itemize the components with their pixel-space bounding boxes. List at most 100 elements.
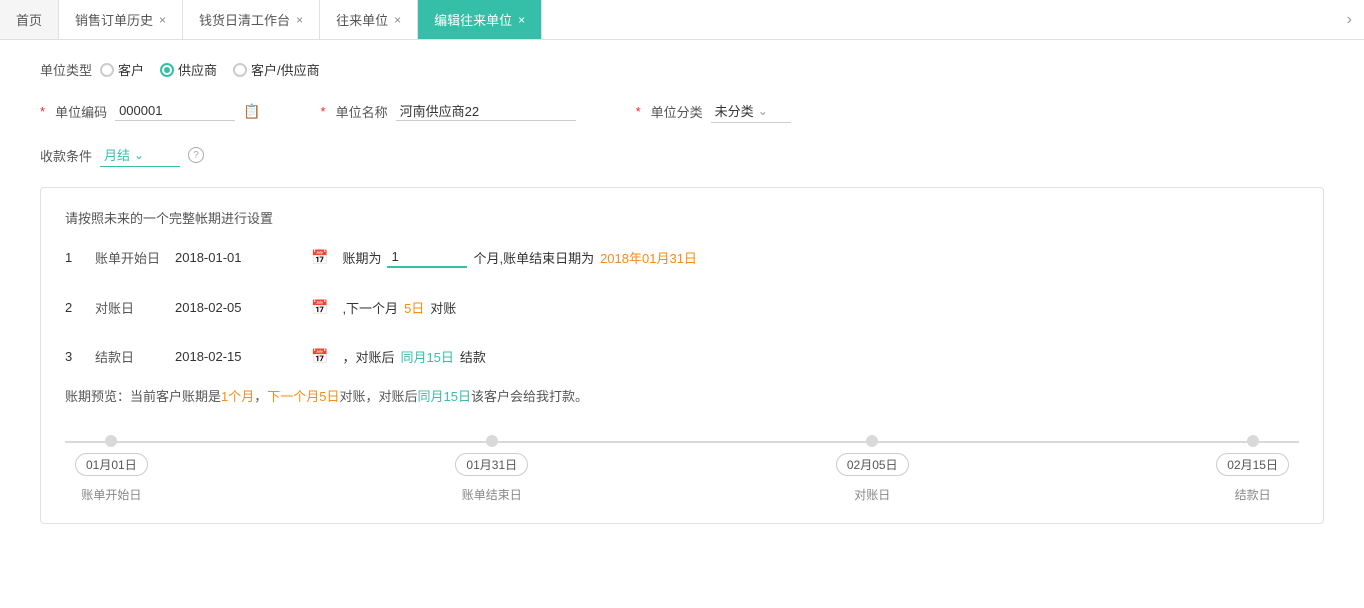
- tab-edit-partner[interactable]: 编辑往来单位 ×: [418, 0, 542, 39]
- tab-sales-label: 销售订单历史: [75, 10, 153, 29]
- row-num-3: 3: [65, 349, 95, 364]
- unit-type-row: 单位类型 客户 供应商 客户/供应商: [40, 60, 1324, 79]
- setting-row-2: 2 对账日 2018-02-05 📅 ,下一个月5日 对账: [65, 298, 1299, 317]
- category-select[interactable]: 未分类 ⌄: [711, 99, 791, 123]
- basic-info-row: * 单位编码 📋 * 单位名称 * 单位分类 未分类 ⌄: [40, 99, 1324, 123]
- end-date-highlight: 2018年01月31日: [600, 248, 697, 267]
- timeline-container: 01月01日 账单开始日 01月31日 账单结束日 02月05日 对账日: [65, 429, 1299, 503]
- code-copy-icon[interactable]: 📋: [243, 103, 260, 120]
- code-label: 单位编码: [55, 102, 107, 121]
- row-label-3: 结款日: [95, 347, 175, 366]
- cal-icon-3[interactable]: 📅: [311, 348, 328, 365]
- code-input[interactable]: [115, 101, 235, 121]
- unit-type-group: 单位类型 客户 供应商 客户/供应商: [40, 60, 320, 79]
- tab-edit-label: 编辑往来单位: [434, 10, 512, 29]
- preview-part3: 同月15日: [418, 389, 471, 404]
- payment-group: 收款条件 月结 ⌄ ?: [40, 143, 204, 167]
- tab-sales-history[interactable]: 销售订单历史 ×: [59, 0, 183, 39]
- tab-scroll-right[interactable]: ›: [1335, 0, 1364, 39]
- timeline-point-3: 02月05日 对账日: [836, 429, 909, 503]
- name-label: 单位名称: [336, 102, 388, 121]
- payment-select[interactable]: 月结 ⌄: [100, 143, 180, 167]
- timeline-points: 01月01日 账单开始日 01月31日 账单结束日 02月05日 对账日: [75, 429, 1289, 503]
- category-label: 单位分类: [651, 102, 703, 121]
- payment-label: 收款条件: [40, 146, 92, 165]
- name-group: * 单位名称: [321, 101, 576, 121]
- timeline-point-4: 02月15日 结款日: [1216, 429, 1289, 503]
- radio-customer-label: 客户: [118, 60, 144, 79]
- row-date-1: 2018-01-01: [175, 250, 305, 265]
- preview-part1: 1个月: [221, 389, 254, 404]
- cal-icon-2[interactable]: 📅: [311, 299, 328, 316]
- tab-home[interactable]: 首页: [0, 0, 59, 39]
- radio-supplier-label: 供应商: [178, 60, 217, 79]
- close-edit-tab-icon[interactable]: ×: [518, 13, 525, 27]
- timeline-date-1: 01月01日: [75, 453, 148, 476]
- row-num-2: 2: [65, 300, 95, 315]
- radio-both[interactable]: 客户/供应商: [233, 60, 320, 79]
- timeline-date-3: 02月05日: [836, 453, 909, 476]
- name-required: *: [321, 104, 326, 119]
- payment-help-icon[interactable]: ?: [188, 147, 204, 163]
- card-title: 请按照未来的一个完整帐期进行设置: [65, 208, 1299, 227]
- tab-home-label: 首页: [16, 10, 42, 29]
- timeline-label-1: 账单开始日: [81, 486, 141, 503]
- name-input[interactable]: [396, 101, 576, 121]
- close-sales-tab-icon[interactable]: ×: [159, 13, 166, 27]
- row3-highlight: 同月15日: [400, 347, 453, 366]
- timeline-label-3: 对账日: [854, 486, 890, 503]
- preview-part2: 下一个月5日: [267, 389, 339, 404]
- radio-both-label: 客户/供应商: [251, 60, 320, 79]
- tab-cash-label: 钱货日清工作台: [199, 10, 290, 29]
- payment-chevron-icon: ⌄: [134, 148, 144, 162]
- category-group: * 单位分类 未分类 ⌄: [636, 99, 791, 123]
- setting-row-3: 3 结款日 2018-02-15 📅 ，对账后 同月15日 结款: [65, 347, 1299, 366]
- row-label-1: 账单开始日: [95, 248, 175, 267]
- preview-section: 账期预览：当前客户账期是1个月，下一个月5日对账，对账后同月15日该客户会给我打…: [65, 386, 1299, 503]
- row-content-2: 2018-02-05 📅 ,下一个月 5日 对账: [175, 298, 1299, 317]
- code-required: *: [40, 104, 45, 119]
- cal-icon-1[interactable]: 📅: [311, 249, 328, 266]
- radio-supplier[interactable]: 供应商: [160, 60, 217, 79]
- row2-after: 对账: [430, 298, 456, 317]
- category-chevron-icon: ⌄: [758, 104, 768, 118]
- close-cash-tab-icon[interactable]: ×: [296, 13, 303, 27]
- preview-comma1: ，: [254, 389, 267, 404]
- tab-partner[interactable]: 往来单位 ×: [320, 0, 418, 39]
- timeline-dot-1: [105, 435, 117, 447]
- row-date-2: 2018-02-05: [175, 300, 305, 315]
- radio-both-circle: [233, 63, 247, 77]
- row2-highlight: 5日: [404, 298, 424, 317]
- timeline-label-4: 结款日: [1235, 486, 1271, 503]
- payment-row: 收款条件 月结 ⌄ ?: [40, 143, 1324, 167]
- settings-card: 请按照未来的一个完整帐期进行设置 1 账单开始日 2018-01-01 📅 账期…: [40, 187, 1324, 524]
- timeline-point-1: 01月01日 账单开始日: [75, 429, 148, 503]
- timeline-label-2: 账单结束日: [462, 486, 522, 503]
- timeline-dot-2: [486, 435, 498, 447]
- timeline-date-2: 01月31日: [455, 453, 528, 476]
- row2-comma: ,下一个月: [342, 298, 398, 317]
- preview-middle: 对账，对账后: [340, 389, 418, 404]
- radio-customer[interactable]: 客户: [100, 60, 144, 79]
- row-content-3: 2018-02-15 📅 ，对账后 同月15日 结款: [175, 347, 1299, 366]
- unit-type-label: 单位类型: [40, 60, 92, 79]
- preview-text: 账期预览：当前客户账期是1个月，下一个月5日对账，对账后同月15日该客户会给我打…: [65, 386, 1299, 405]
- suffix-before-1: 账期为: [342, 248, 381, 267]
- preview-prefix: 账期预览：当前客户账期是: [65, 389, 221, 404]
- tab-partner-label: 往来单位: [336, 10, 388, 29]
- payment-value: 月结: [104, 145, 130, 164]
- timeline-point-2: 01月31日 账单结束日: [455, 429, 528, 503]
- code-group: * 单位编码 📋: [40, 101, 261, 121]
- close-partner-tab-icon[interactable]: ×: [394, 13, 401, 27]
- category-required: *: [636, 104, 641, 119]
- row-date-3: 2018-02-15: [175, 349, 305, 364]
- suffix-after-1: 个月,账单结束日期为: [473, 248, 594, 267]
- period-input[interactable]: [387, 247, 467, 268]
- radio-customer-circle: [100, 63, 114, 77]
- tab-cash-work[interactable]: 钱货日清工作台 ×: [183, 0, 320, 39]
- setting-row-1: 1 账单开始日 2018-01-01 📅 账期为 个月,账单结束日期为 2018…: [65, 247, 1299, 268]
- timeline-dot-3: [866, 435, 878, 447]
- tab-bar: 首页 销售订单历史 × 钱货日清工作台 × 往来单位 × 编辑往来单位 × ›: [0, 0, 1364, 40]
- radio-supplier-circle: [160, 63, 174, 77]
- row3-prefix: ，对账后: [342, 347, 394, 366]
